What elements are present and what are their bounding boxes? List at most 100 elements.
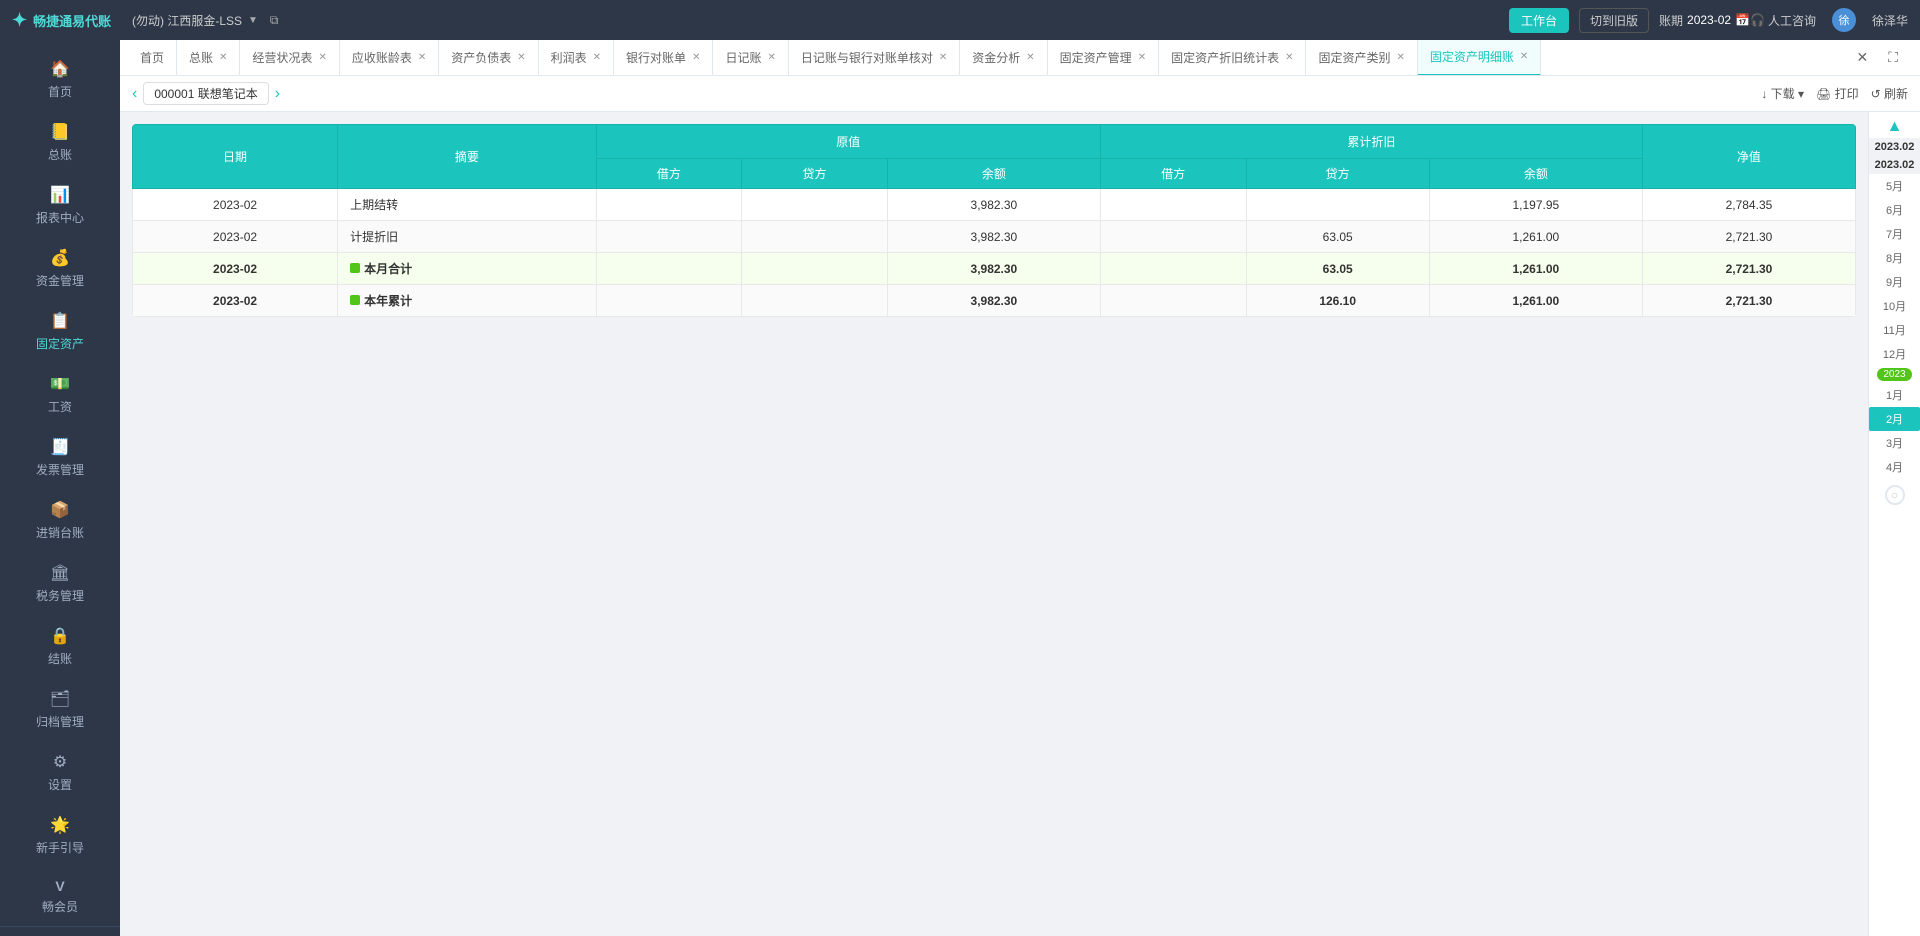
tab-fund-analysis[interactable]: 资金分析 ✕ xyxy=(960,40,1047,76)
cell-leiji-debit xyxy=(1100,253,1246,285)
month-9[interactable]: 9月 xyxy=(1869,270,1920,294)
close-tab-receivable[interactable]: ✕ xyxy=(418,52,426,63)
month-12[interactable]: 12月 xyxy=(1869,342,1920,366)
close-tab-fixed-detail[interactable]: ✕ xyxy=(1520,51,1528,62)
sidebar-item-settings[interactable]: ⚙ 设置 xyxy=(6,742,114,803)
tab-fixed-detail[interactable]: 固定资产明细账 ✕ xyxy=(1418,40,1541,76)
switch-version-button[interactable]: 切到旧版 xyxy=(1579,8,1649,33)
tab-journal-bank[interactable]: 日记账与银行对账单核对 ✕ xyxy=(789,40,960,76)
refresh-button[interactable]: ↺ 刷新 xyxy=(1871,85,1908,102)
sidebar-item-guide[interactable]: 🌟 新手引导 xyxy=(6,805,114,866)
sidebar-item-sales[interactable]: 📦 进销台账 xyxy=(6,490,114,551)
fullscreen-button[interactable]: ⛶ xyxy=(1882,47,1904,68)
close-all-tabs-button[interactable]: ✕ xyxy=(1850,47,1874,68)
settings-icon: ⚙ xyxy=(53,752,67,772)
nav-prev-button[interactable]: ‹ xyxy=(132,85,137,103)
company-name: (勿动) 江西服金-LSS xyxy=(132,12,242,29)
close-tab-operation[interactable]: ✕ xyxy=(318,52,326,63)
tab-balance[interactable]: 资产负债表 ✕ xyxy=(439,40,538,76)
closing-icon: 🔒 xyxy=(50,626,70,646)
sidebar-item-home[interactable]: 🏠 首页 xyxy=(6,49,114,110)
service-icon: 🎧 xyxy=(1750,13,1765,27)
close-tab-ledger[interactable]: ✕ xyxy=(219,52,227,63)
tab-depreciation-stat[interactable]: 固定资产折旧统计表 ✕ xyxy=(1159,40,1306,76)
close-tab-journal-bank[interactable]: ✕ xyxy=(939,52,947,63)
company-selector[interactable]: (勿动) 江西服金-LSS ▼ ⧉ xyxy=(132,12,1509,29)
month-11[interactable]: 11月 xyxy=(1869,318,1920,342)
sidebar-label-tax: 税务管理 xyxy=(36,587,84,604)
tab-ledger[interactable]: 总账 ✕ xyxy=(177,40,240,76)
customer-service[interactable]: 🎧 人工咨询 xyxy=(1750,12,1816,29)
sidebar-item-invoice[interactable]: 🧾 发票管理 xyxy=(6,427,114,488)
cell-leiji-balance: 1,261.00 xyxy=(1429,285,1642,317)
nav-next-button[interactable]: › xyxy=(275,85,280,103)
close-tab-journal[interactable]: ✕ xyxy=(767,52,775,63)
cell-date: 2023-02 xyxy=(133,189,338,221)
cell-yuanzhi-debit xyxy=(596,189,742,221)
company-dropdown-icon[interactable]: ▼ xyxy=(248,15,258,26)
tab-bar-actions: ✕ ⛶ xyxy=(1842,47,1912,68)
tab-fixed-mgmt[interactable]: 固定资产管理 ✕ xyxy=(1048,40,1159,76)
sidebar-label-invoice: 发票管理 xyxy=(36,461,84,478)
close-tab-balance[interactable]: ✕ xyxy=(517,52,525,63)
sidebar-item-ledger[interactable]: 📒 总账 xyxy=(6,112,114,173)
username[interactable]: 徐泽华 xyxy=(1872,12,1908,29)
main-layout: 🏠 首页 📒 总账 📊 报表中心 💰 资金管理 📋 固定资产 💵 工资 🧾 发票… xyxy=(0,40,1920,936)
sidebar-item-fixed-assets[interactable]: 📋 固定资产 xyxy=(6,301,114,362)
month-2-active[interactable]: 2月 xyxy=(1869,407,1920,431)
sidebar-item-salary[interactable]: 💵 工资 xyxy=(6,364,114,425)
tag-green-icon xyxy=(350,263,360,273)
close-tab-fund-analysis[interactable]: ✕ xyxy=(1026,52,1034,63)
scroll-up-button[interactable]: ▲ xyxy=(1885,116,1905,138)
fixed-asset-detail-table: 日期 摘要 原值 累计折旧 净值 借方 贷方 余额 借方 贷方 余额 xyxy=(132,124,1856,317)
sidebar-label-closing: 结账 xyxy=(48,650,72,667)
month-5[interactable]: 5月 xyxy=(1869,174,1920,198)
tab-journal[interactable]: 日记账 ✕ xyxy=(713,40,788,76)
year-badge-2023: 2023 xyxy=(1877,368,1911,381)
tab-bar: 首页 总账 ✕ 经营状况表 ✕ 应收账龄表 ✕ 资产负债表 ✕ 利润表 ✕ xyxy=(120,40,1920,76)
fund-icon: 💰 xyxy=(50,248,70,268)
calendar-icon[interactable]: 📅 xyxy=(1735,13,1750,27)
close-tab-depreciation-stat[interactable]: ✕ xyxy=(1285,52,1293,63)
close-tab-fixed-type[interactable]: ✕ xyxy=(1397,52,1405,63)
tab-fixed-type[interactable]: 固定资产类别 ✕ xyxy=(1306,40,1417,76)
year-2023-02-top: 2023.02 xyxy=(1869,138,1920,156)
top-bar-right: 🎧 人工咨询 徐 徐泽华 xyxy=(1750,8,1908,32)
col-sub-yuanzhi-balance: 余额 xyxy=(887,159,1100,189)
close-tab-bank[interactable]: ✕ xyxy=(692,52,700,63)
tab-bank[interactable]: 银行对账单 ✕ xyxy=(614,40,713,76)
col-header-net-value: 净值 xyxy=(1642,125,1855,189)
month-4[interactable]: 4月 xyxy=(1869,455,1920,479)
month-3[interactable]: 3月 xyxy=(1869,431,1920,455)
tab-home[interactable]: 首页 xyxy=(128,40,177,76)
close-tab-profit[interactable]: ✕ xyxy=(593,52,601,63)
sidebar-label-salary: 工资 xyxy=(48,398,72,415)
workbench-button[interactable]: 工作台 xyxy=(1509,8,1569,33)
cell-yuanzhi-debit xyxy=(596,285,742,317)
print-button[interactable]: 🖨 打印 xyxy=(1816,85,1859,102)
sidebar-item-tax[interactable]: 🏛 税务管理 xyxy=(6,553,114,614)
close-tab-fixed-mgmt[interactable]: ✕ xyxy=(1138,52,1146,63)
tab-operation[interactable]: 经营状况表 ✕ xyxy=(240,40,339,76)
sidebar-item-archive[interactable]: 🗂 归档管理 xyxy=(6,679,114,740)
tab-receivable[interactable]: 应收账龄表 ✕ xyxy=(340,40,439,76)
sidebar-item-member[interactable]: V 畅会员 xyxy=(6,868,114,925)
scroll-indicator[interactable]: ○ xyxy=(1885,485,1905,505)
sidebar-item-reports[interactable]: 📊 报表中心 xyxy=(6,175,114,236)
sidebar-item-fund[interactable]: 💰 资金管理 xyxy=(6,238,114,299)
month-7[interactable]: 7月 xyxy=(1869,222,1920,246)
member-icon: V xyxy=(55,878,64,894)
page-actions: ↓ 下载 ▾ 🖨 打印 ↺ 刷新 xyxy=(1761,85,1908,102)
sidebar-collapse-button[interactable]: ◀◀ 取消固定 xyxy=(0,926,120,936)
guide-icon: 🌟 xyxy=(50,815,70,835)
sidebar-item-closing[interactable]: 🔒 结账 xyxy=(6,616,114,677)
month-6[interactable]: 6月 xyxy=(1869,198,1920,222)
download-button[interactable]: ↓ 下载 ▾ xyxy=(1761,85,1804,102)
month-8[interactable]: 8月 xyxy=(1869,246,1920,270)
period-info: 账期 2023-02 📅 xyxy=(1659,12,1750,29)
month-1[interactable]: 1月 xyxy=(1869,383,1920,407)
cell-yuanzhi-credit xyxy=(742,285,888,317)
tab-profit[interactable]: 利润表 ✕ xyxy=(539,40,614,76)
fixed-assets-icon: 📋 xyxy=(50,311,70,331)
month-10[interactable]: 10月 xyxy=(1869,294,1920,318)
